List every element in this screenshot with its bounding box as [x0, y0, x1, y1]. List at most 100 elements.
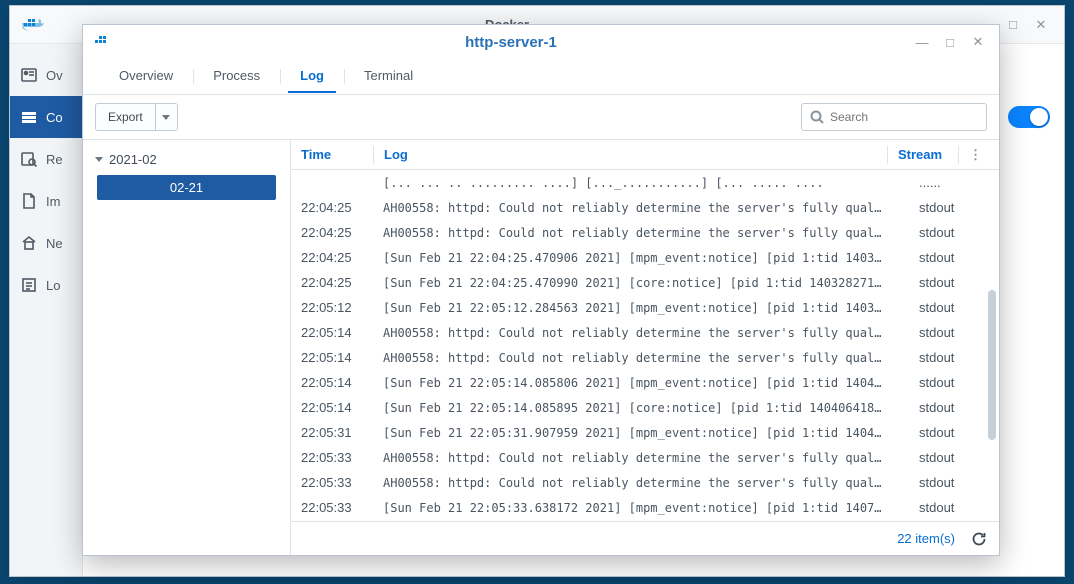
table-row[interactable]: 22:04:25[Sun Feb 21 22:04:25.470990 2021… [291, 270, 999, 295]
tree-month-group[interactable]: 2021-02 [87, 148, 286, 171]
table-row[interactable]: [... ... .. ......... ....] [..._.......… [291, 170, 999, 195]
cell-log: AH00558: httpd: Could not reliably deter… [373, 326, 909, 340]
cell-log: [Sun Feb 21 22:05:31.907959 2021] [mpm_e… [373, 426, 909, 440]
search-input[interactable] [830, 110, 985, 124]
cell-stream: stdout [909, 425, 979, 440]
table-row[interactable]: 22:05:14[Sun Feb 21 22:05:14.085895 2021… [291, 395, 999, 420]
tree-month-label: 2021-02 [109, 152, 157, 167]
cell-log: [Sun Feb 21 22:05:14.085895 2021] [core:… [373, 401, 909, 415]
front-titlebar: http-server-1 — □ ✕ [83, 25, 999, 59]
sidebar-item-im[interactable]: Im [10, 180, 82, 222]
table-row[interactable]: 22:05:14AH00558: httpd: Could not reliab… [291, 345, 999, 370]
cell-time: 22:05:14 [291, 325, 373, 340]
sidebar-item-ov[interactable]: Ov [10, 54, 82, 96]
cell-stream: stdout [909, 450, 979, 465]
refresh-button[interactable] [971, 531, 987, 547]
cell-time: 22:05:14 [291, 375, 373, 390]
table-row[interactable]: 22:05:12[Sun Feb 21 22:05:12.284563 2021… [291, 295, 999, 320]
table-row[interactable]: 22:05:31[Sun Feb 21 22:05:31.907959 2021… [291, 420, 999, 445]
cell-time: 22:05:33 [291, 475, 373, 490]
cell-time: 22:05:31 [291, 425, 373, 440]
tab-overview[interactable]: Overview [99, 59, 193, 94]
tab-terminal[interactable]: Terminal [344, 59, 433, 94]
table-row[interactable]: 22:05:33AH00558: httpd: Could not reliab… [291, 445, 999, 470]
cell-time: 22:04:25 [291, 225, 373, 240]
tab-process[interactable]: Process [193, 59, 280, 94]
detail-tabs: OverviewProcessLogTerminal [83, 59, 999, 95]
table-row[interactable]: 22:05:14AH00558: httpd: Could not reliab… [291, 320, 999, 345]
sidebar-item-label: Ov [46, 68, 63, 83]
sidebar-item-co[interactable]: Co [10, 96, 82, 138]
table-header: Time Log Stream ⋮ [291, 140, 999, 170]
table-row[interactable]: 22:05:14[Sun Feb 21 22:05:14.085806 2021… [291, 370, 999, 395]
maximize-button[interactable]: □ [939, 31, 961, 53]
cell-time: 22:05:14 [291, 400, 373, 415]
scrollbar[interactable] [988, 290, 996, 440]
export-dropdown[interactable] [155, 104, 177, 130]
cell-stream: stdout [909, 200, 979, 215]
cell-stream: stdout [909, 250, 979, 265]
cell-stream: stdout [909, 350, 979, 365]
mag-icon [20, 150, 38, 168]
table-row[interactable]: 22:05:33[Sun Feb 21 22:05:33.638172 2021… [291, 495, 999, 520]
cell-log: [Sun Feb 21 22:04:25.470990 2021] [core:… [373, 276, 909, 290]
cell-time: 22:05:33 [291, 450, 373, 465]
cell-log: [Sun Feb 21 22:05:33.638172 2021] [mpm_e… [373, 501, 909, 515]
search-icon [810, 110, 824, 124]
column-menu-icon[interactable]: ⋮ [959, 140, 979, 169]
table-row[interactable]: 22:05:33AH00558: httpd: Could not reliab… [291, 470, 999, 495]
cell-log: [Sun Feb 21 22:05:14.085806 2021] [mpm_e… [373, 376, 909, 390]
cell-stream: stdout [909, 300, 979, 315]
cell-stream: ...... [909, 175, 979, 190]
tree-day-item[interactable]: 02-21 [97, 175, 276, 200]
sidebar-item-label: Co [46, 110, 63, 125]
sidebar-item-ne[interactable]: Ne [10, 222, 82, 264]
cell-log: AH00558: httpd: Could not reliably deter… [373, 201, 909, 215]
search-box[interactable] [801, 103, 987, 131]
cell-time: 22:04:25 [291, 250, 373, 265]
card-icon [20, 66, 38, 84]
table-footer: 22 item(s) [291, 521, 999, 555]
cell-log: AH00558: httpd: Could not reliably deter… [373, 451, 909, 465]
sidebar-item-re[interactable]: Re [10, 138, 82, 180]
table-row[interactable]: 22:04:25AH00558: httpd: Could not reliab… [291, 195, 999, 220]
cell-time: 22:05:14 [291, 350, 373, 365]
date-tree: 2021-02 02-21 [83, 140, 291, 555]
col-time[interactable]: Time [291, 140, 373, 169]
cell-time: 22:04:25 [291, 200, 373, 215]
container-toggle[interactable] [1008, 106, 1050, 128]
sidebar-item-lo[interactable]: Lo [10, 264, 82, 306]
maximize-button[interactable]: □ [1002, 14, 1024, 36]
col-log[interactable]: Log [374, 140, 887, 169]
cell-time: 22:05:12 [291, 300, 373, 315]
export-label: Export [96, 104, 155, 130]
back-sidebar: Ov Co ReIm Ne Lo [10, 44, 83, 576]
minimize-button[interactable]: — [911, 31, 933, 53]
cell-log: [Sun Feb 21 22:05:12.284563 2021] [mpm_e… [373, 301, 909, 315]
docker-logo-icon [93, 33, 117, 51]
tab-log[interactable]: Log [280, 59, 344, 94]
table-row[interactable]: 22:05:33[Sun Feb 21 22:05:33.638251 2021… [291, 520, 999, 521]
export-button[interactable]: Export [95, 103, 178, 131]
table-row[interactable]: 22:04:25[Sun Feb 21 22:04:25.470906 2021… [291, 245, 999, 270]
caret-down-icon [95, 157, 103, 162]
container-detail-window: http-server-1 — □ ✕ OverviewProcessLogTe… [82, 24, 1000, 556]
close-button[interactable]: ✕ [1030, 14, 1052, 36]
cell-log: AH00558: httpd: Could not reliably deter… [373, 476, 909, 490]
table-body: [... ... .. ......... ....] [..._.......… [291, 170, 999, 521]
cell-stream: stdout [909, 475, 979, 490]
cell-stream: stdout [909, 275, 979, 290]
cell-time: 22:04:25 [291, 275, 373, 290]
cell-stream: stdout [909, 500, 979, 515]
log-icon [20, 276, 38, 294]
table-row[interactable]: 22:04:25AH00558: httpd: Could not reliab… [291, 220, 999, 245]
cell-log: AH00558: httpd: Could not reliably deter… [373, 351, 909, 365]
sidebar-item-label: Ne [46, 236, 63, 251]
close-button[interactable]: ✕ [967, 31, 989, 53]
cell-stream: stdout [909, 225, 979, 240]
toggle-knob [1030, 108, 1048, 126]
cell-stream: stdout [909, 375, 979, 390]
docker-logo-icon [22, 16, 46, 34]
col-stream[interactable]: Stream [888, 140, 958, 169]
cell-log: [Sun Feb 21 22:04:25.470906 2021] [mpm_e… [373, 251, 909, 265]
